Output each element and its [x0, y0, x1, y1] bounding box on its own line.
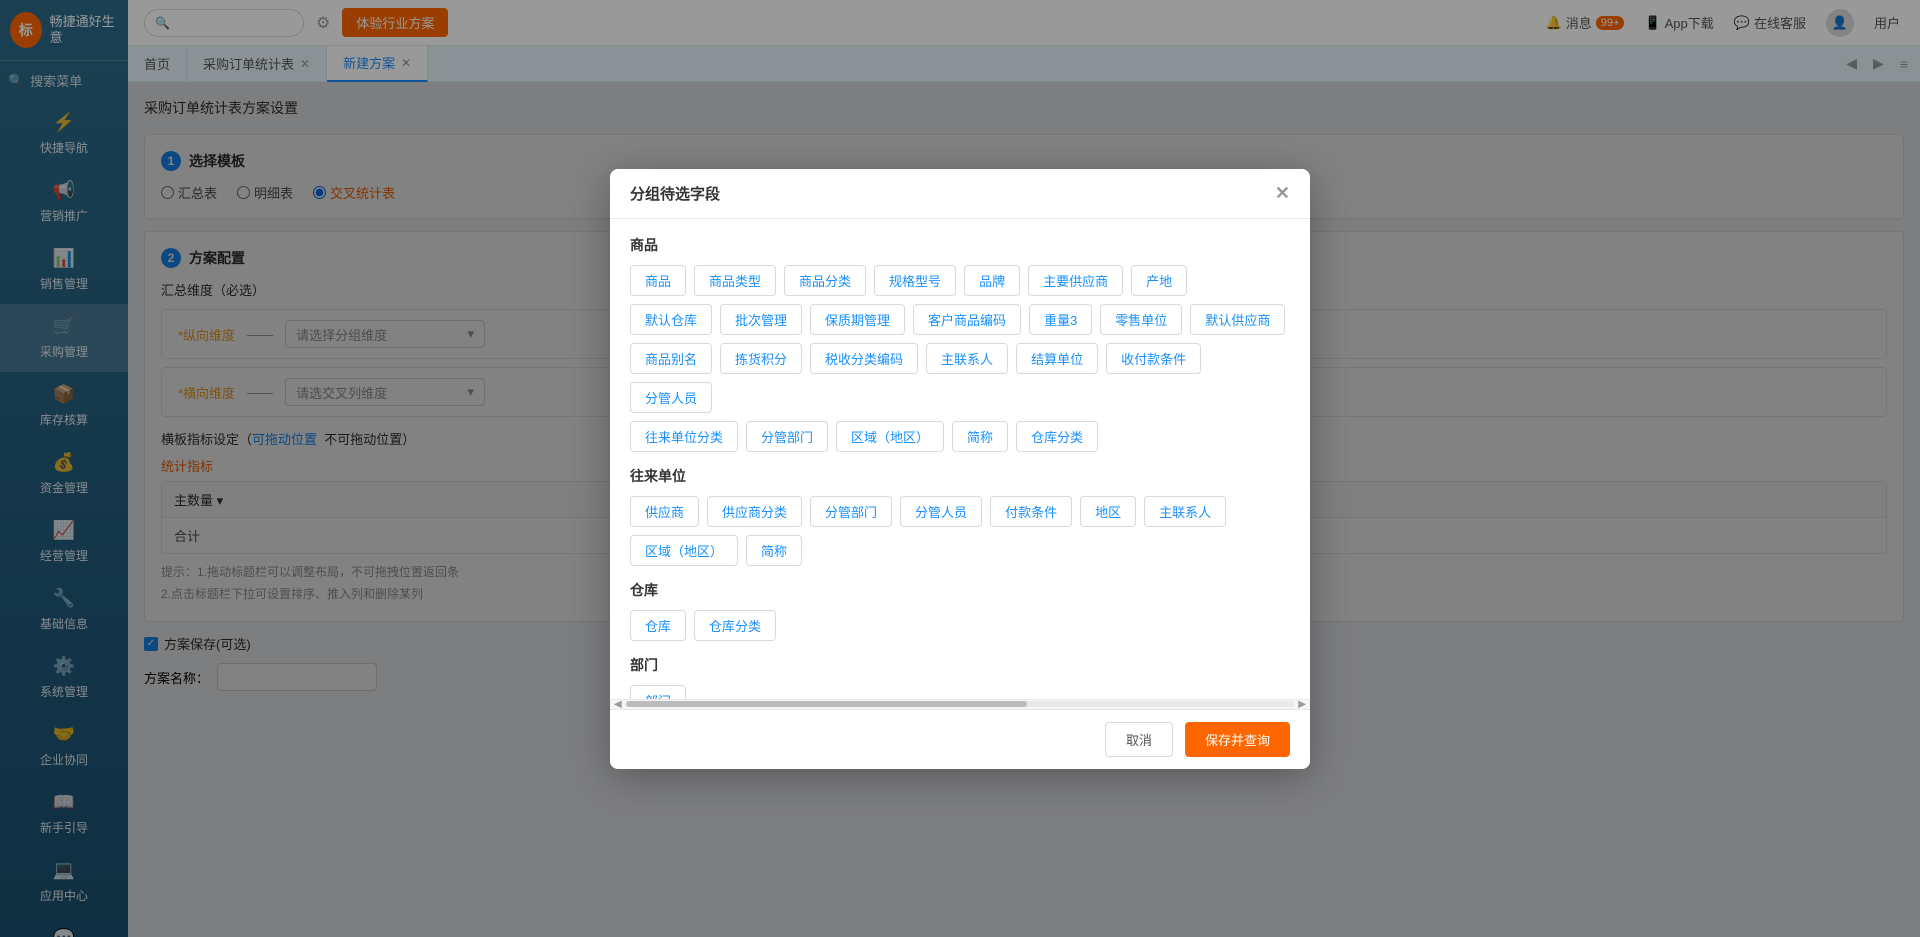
field-tag[interactable]: 分管部门 — [746, 421, 828, 452]
field-grid-dept: 部门 — [630, 685, 1290, 699]
modal-close-btn[interactable]: ✕ — [1275, 183, 1290, 204]
field-tag[interactable]: 客户商品编码 — [913, 304, 1021, 335]
field-tag[interactable]: 产地 — [1131, 265, 1187, 296]
field-tag[interactable]: 默认供应商 — [1190, 304, 1285, 335]
field-grid-warehouse: 仓库 仓库分类 — [630, 610, 1290, 641]
field-tag[interactable]: 商品类型 — [694, 265, 776, 296]
field-tag[interactable]: 地区 — [1080, 496, 1136, 527]
scroll-track — [626, 701, 1295, 707]
field-tag[interactable]: 结算单位 — [1016, 343, 1098, 374]
field-tag[interactable]: 主联系人 — [1144, 496, 1226, 527]
section-title-goods: 商品 — [630, 235, 1290, 255]
field-tag[interactable]: 简称 — [952, 421, 1008, 452]
field-tag[interactable]: 往来单位分类 — [630, 421, 738, 452]
field-tag[interactable]: 分管人员 — [900, 496, 982, 527]
field-tag[interactable]: 零售单位 — [1100, 304, 1182, 335]
scroll-thumb — [626, 701, 1027, 707]
field-tag[interactable]: 商品 — [630, 265, 686, 296]
field-tag[interactable]: 仓库分类 — [1016, 421, 1098, 452]
modal-header: 分组待选字段 ✕ — [610, 169, 1310, 219]
field-tag[interactable]: 简称 — [746, 535, 802, 566]
modal-footer: 取消 保存并查询 — [610, 709, 1310, 769]
field-tag[interactable]: 默认仓库 — [630, 304, 712, 335]
field-tag[interactable]: 商品别名 — [630, 343, 712, 374]
field-tag[interactable]: 收付款条件 — [1106, 343, 1201, 374]
field-tag[interactable]: 付款条件 — [990, 496, 1072, 527]
field-tag[interactable]: 分管人员 — [630, 382, 712, 413]
field-tag[interactable]: 区域（地区） — [630, 535, 738, 566]
field-tag[interactable]: 品牌 — [964, 265, 1020, 296]
field-tag[interactable]: 供应商 — [630, 496, 699, 527]
section-title-dept: 部门 — [630, 655, 1290, 675]
field-grid-goods4: 往来单位分类 分管部门 区域（地区） 简称 仓库分类 — [630, 421, 1290, 452]
field-tag[interactable]: 仓库 — [630, 610, 686, 641]
field-grid-goods3: 商品别名 拣货积分 税收分类编码 主联系人 结算单位 收付款条件 分管人员 — [630, 343, 1290, 413]
modal-bottom-scrollbar[interactable]: ◀ ▶ — [610, 699, 1310, 709]
field-tag[interactable]: 部门 — [630, 685, 686, 699]
modal-cancel-btn[interactable]: 取消 — [1105, 722, 1173, 757]
field-tag[interactable]: 主联系人 — [926, 343, 1008, 374]
field-tag[interactable]: 规格型号 — [874, 265, 956, 296]
field-tag[interactable]: 仓库分类 — [694, 610, 776, 641]
field-select-modal: 分组待选字段 ✕ 商品 商品 商品类型 商品分类 规格型号 品牌 主要供应商 产… — [610, 169, 1310, 769]
field-tag[interactable]: 商品分类 — [784, 265, 866, 296]
field-tag[interactable]: 税收分类编码 — [810, 343, 918, 374]
field-grid-goods: 商品 商品类型 商品分类 规格型号 品牌 主要供应商 产地 — [630, 265, 1290, 296]
field-tag[interactable]: 供应商分类 — [707, 496, 802, 527]
field-tag[interactable]: 区域（地区） — [836, 421, 944, 452]
field-tag[interactable]: 批次管理 — [720, 304, 802, 335]
field-grid-goods2: 默认仓库 批次管理 保质期管理 客户商品编码 重量3 零售单位 默认供应商 — [630, 304, 1290, 335]
section-title-partner: 往来单位 — [630, 466, 1290, 486]
field-tag[interactable]: 保质期管理 — [810, 304, 905, 335]
field-grid-partner2: 区域（地区） 简称 — [630, 535, 1290, 566]
modal-title: 分组待选字段 — [630, 183, 720, 204]
section-title-warehouse: 仓库 — [630, 580, 1290, 600]
field-grid-partner: 供应商 供应商分类 分管部门 分管人员 付款条件 地区 主联系人 — [630, 496, 1290, 527]
field-tag[interactable]: 拣货积分 — [720, 343, 802, 374]
modal-body: 商品 商品 商品类型 商品分类 规格型号 品牌 主要供应商 产地 默认仓库 批次… — [610, 219, 1310, 699]
field-tag[interactable]: 重量3 — [1029, 304, 1092, 335]
field-tag[interactable]: 分管部门 — [810, 496, 892, 527]
field-tag[interactable]: 主要供应商 — [1028, 265, 1123, 296]
modal-confirm-btn[interactable]: 保存并查询 — [1185, 722, 1290, 757]
